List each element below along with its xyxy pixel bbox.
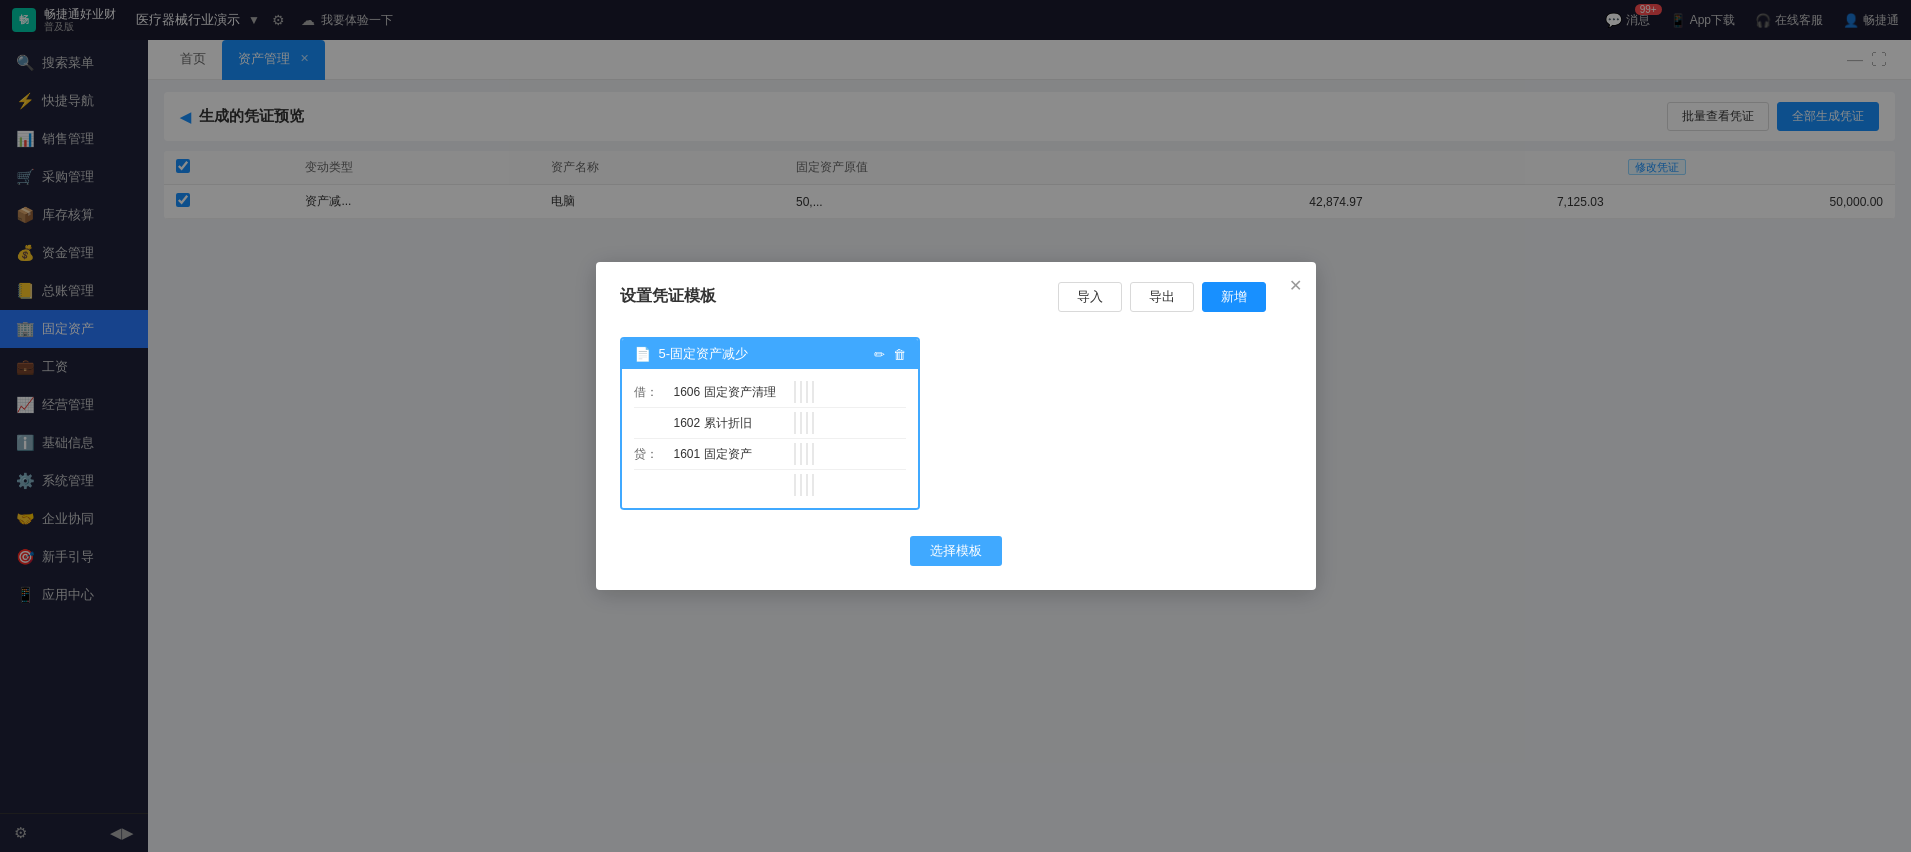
cell-2-2	[800, 412, 802, 434]
modal-toolbar: 导入 导出 新增	[1058, 282, 1266, 312]
cell-2-4	[812, 412, 814, 434]
account-1602: 1602 累计折旧	[674, 415, 794, 432]
cell-2-3	[806, 412, 808, 434]
account-1601: 1601 固定资产	[674, 446, 794, 463]
cell-4-4	[812, 474, 814, 496]
cell-1-1	[794, 381, 796, 403]
export-btn[interactable]: 导出	[1130, 282, 1194, 312]
cell-4-1	[794, 474, 796, 496]
template-header-right: ✏ 🗑	[874, 347, 906, 362]
account-1606: 1606 固定资产清理	[674, 384, 794, 401]
template-row-3: 贷： 1601 固定资产	[634, 439, 906, 470]
new-btn[interactable]: 新增	[1202, 282, 1266, 312]
modal-close-btn[interactable]: ✕	[1289, 276, 1302, 295]
cell-1-4	[812, 381, 814, 403]
cell-4-2	[800, 474, 802, 496]
choose-template-btn[interactable]: 选择模板	[910, 536, 1002, 566]
cell-1-2	[800, 381, 802, 403]
modal-overlay[interactable]: 设置凭证模板 导入 导出 新增 ✕ 📄 5-固定资产减少 ✏ 🗑	[0, 0, 1911, 852]
cell-3-3	[806, 443, 808, 465]
cell-3-2	[800, 443, 802, 465]
template-row-1: 借： 1606 固定资产清理	[634, 377, 906, 408]
cell-1-3	[806, 381, 808, 403]
template-card: 📄 5-固定资产减少 ✏ 🗑 借： 1606 固定资产清理	[620, 337, 920, 510]
cell-3-4	[812, 443, 814, 465]
template-body: 借： 1606 固定资产清理 1602 累计折旧	[622, 369, 918, 508]
template-card-header: 📄 5-固定资产减少 ✏ 🗑	[622, 339, 918, 369]
cell-4-3	[806, 474, 808, 496]
set-template-modal: 设置凭证模板 导入 导出 新增 ✕ 📄 5-固定资产减少 ✏ 🗑	[596, 262, 1316, 590]
debit-label-1: 借：	[634, 384, 674, 401]
template-delete-icon[interactable]: 🗑	[893, 347, 906, 362]
template-edit-icon[interactable]: ✏	[874, 347, 885, 362]
template-doc-icon: 📄	[634, 346, 651, 362]
import-btn[interactable]: 导入	[1058, 282, 1122, 312]
cell-2-1	[794, 412, 796, 434]
credit-label: 贷：	[634, 446, 674, 463]
template-row-empty	[634, 470, 906, 500]
cell-3-1	[794, 443, 796, 465]
template-row-2: 1602 累计折旧	[634, 408, 906, 439]
template-header-left: 📄 5-固定资产减少	[634, 345, 749, 363]
template-name: 5-固定资产减少	[659, 345, 749, 363]
